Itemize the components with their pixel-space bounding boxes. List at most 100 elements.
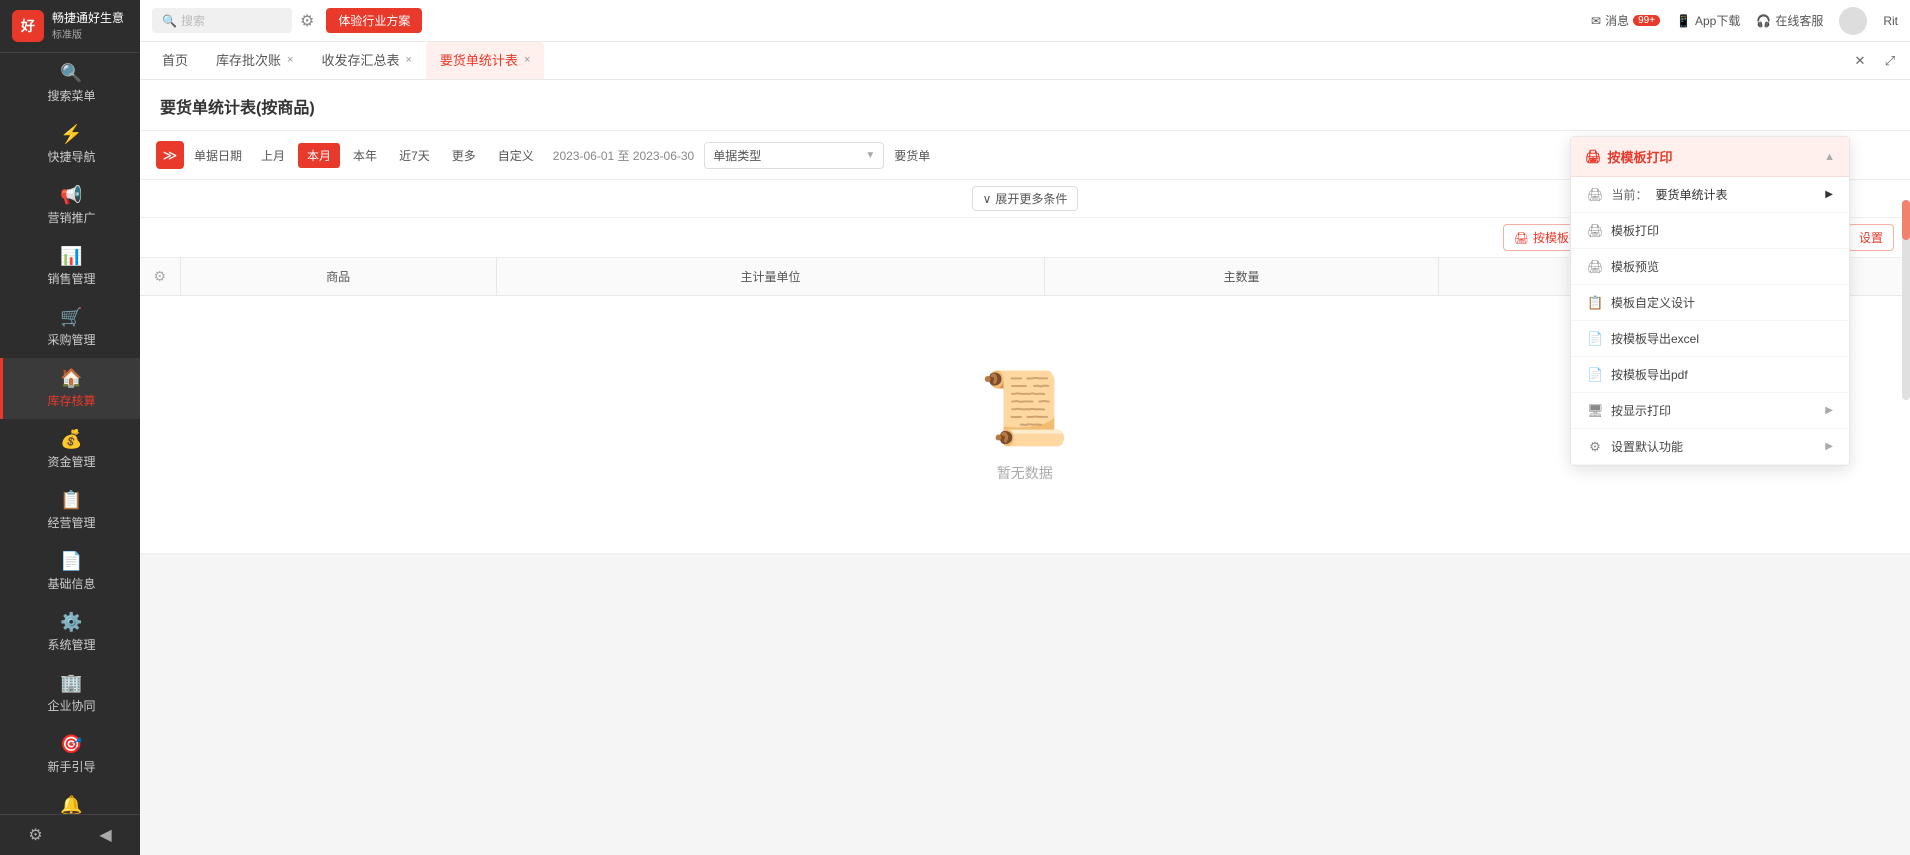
sidebar-item-label: 新手引导: [47, 758, 95, 775]
sidebar-item-quick-nav[interactable]: ⚡ 快捷导航: [0, 114, 140, 175]
filter-toggle-button[interactable]: ≫: [156, 141, 184, 169]
sidebar-logo: 好 畅捷通好生意 标准版: [0, 0, 140, 53]
user-avatar[interactable]: [1839, 7, 1867, 35]
tab-summary[interactable]: 收发存汇总表 ×: [307, 42, 425, 79]
current-template-item[interactable]: 🖨 当前： 要货单统计表 ▶: [1571, 177, 1849, 213]
purchase-icon: 🛒: [60, 307, 82, 328]
messages-button[interactable]: ✉ 消息 99+: [1591, 12, 1660, 29]
display-print-arrow: ▶: [1825, 405, 1833, 416]
date-btn-this-year[interactable]: 本年: [344, 143, 386, 168]
close-tab-action[interactable]: ✕: [1848, 49, 1872, 73]
topbar-gear-icon[interactable]: ⚙: [300, 11, 314, 31]
tab-home-label: 首页: [162, 50, 188, 69]
current-template-label-text: 当前：: [1612, 186, 1648, 203]
table-settings-icon[interactable]: ⚙: [153, 268, 166, 284]
expand-filters-button[interactable]: ∨ 展开更多条件: [972, 186, 1079, 211]
app-download-button[interactable]: 📱 App下载: [1676, 12, 1740, 29]
app-logo-text: 畅捷通好生意 标准版: [52, 11, 124, 42]
search-placeholder: 搜索: [181, 12, 205, 29]
current-template-arrow: ▶: [1825, 189, 1833, 200]
date-buttons: 上月 本月 本年 近7天 更多 自定义: [252, 143, 543, 168]
sidebar-item-sales[interactable]: 📊 销售管理: [0, 236, 140, 297]
topbar-search[interactable]: 🔍 搜索: [152, 8, 292, 33]
dropdown-item-export-excel[interactable]: 📄 按模板导出excel: [1571, 321, 1849, 357]
system-icon: ⚙️: [60, 612, 82, 633]
topbar-right: ✉ 消息 99+ 📱 App下载 🎧 在线客服 Rit: [1591, 7, 1898, 35]
operation-icon: 📋: [60, 490, 82, 511]
apps-icon: 🔔: [60, 795, 82, 814]
tab-batch-label: 库存批次账: [216, 50, 281, 69]
order-type-select[interactable]: 单据类型 ▼: [704, 142, 884, 169]
col-header-quantity: 主数量: [1045, 258, 1439, 296]
tab-batch[interactable]: 库存批次账 ×: [202, 42, 307, 79]
date-btn-more[interactable]: 更多: [443, 143, 485, 168]
right-scrollbar[interactable]: [1902, 200, 1910, 400]
dropdown-item-template-design[interactable]: 📋 模板自定义设计: [1571, 285, 1849, 321]
sidebar-item-basic[interactable]: 📄 基础信息: [0, 541, 140, 602]
dropdown-title: 🖨 按模板打印: [1585, 147, 1673, 166]
sidebar-item-apps[interactable]: 🔔 应用中心: [0, 785, 140, 814]
tab-order-stats-close[interactable]: ×: [524, 54, 530, 66]
quick-nav-icon: ⚡: [60, 124, 82, 145]
search-icon: 🔍: [60, 63, 82, 84]
sidebar-item-label: 营销推广: [47, 209, 95, 226]
date-btn-this-month[interactable]: 本月: [298, 143, 340, 168]
current-template-icon: 🖨: [1587, 187, 1604, 203]
sidebar-nav: 🔍 搜索菜单 ⚡ 快捷导航 📢 营销推广 📊 销售管理 🛒 采购管理 🏠 库存核…: [0, 53, 140, 814]
sidebar-item-purchase[interactable]: 🛒 采购管理: [0, 297, 140, 358]
order-type-arrow-icon: ▼: [865, 150, 875, 161]
current-template-name: 要货单统计表: [1656, 186, 1728, 203]
topbar: 🔍 搜索 ⚙ 体验行业方案 ✉ 消息 99+ 📱 App下载 🎧 在线客服 Ri…: [140, 0, 1910, 42]
tab-order-stats[interactable]: 要货单统计表 ×: [426, 42, 544, 79]
download-icon: 📱: [1676, 14, 1691, 28]
scrollbar-thumb: [1902, 200, 1910, 240]
empty-state-icon: 📜: [980, 366, 1070, 451]
export-pdf-icon: 📄: [1587, 367, 1603, 383]
sidebar-footer: ⚙ ◀: [0, 814, 140, 855]
dropdown-item-template-print[interactable]: 🖨 模板打印: [1571, 213, 1849, 249]
date-btn-last-7-days[interactable]: 近7天: [390, 143, 439, 168]
sidebar-item-search[interactable]: 🔍 搜索菜单: [0, 53, 140, 114]
tab-summary-close[interactable]: ×: [405, 54, 411, 66]
sidebar-item-system[interactable]: ⚙️ 系统管理: [0, 602, 140, 663]
username-label: Rit: [1883, 14, 1898, 28]
tab-batch-close[interactable]: ×: [287, 54, 293, 66]
tab-home[interactable]: 首页: [148, 42, 202, 79]
collapse-sidebar-icon[interactable]: ◀: [99, 825, 111, 845]
inventory-icon: 🏠: [60, 368, 82, 389]
sidebar-item-enterprise[interactable]: 🏢 企业协同: [0, 663, 140, 724]
col-header-unit: 主计量单位: [496, 258, 1045, 296]
dropdown-item-template-preview[interactable]: 🖨 模板预览: [1571, 249, 1849, 285]
print-dropdown-popup: 🖨 按模板打印 ▲ 🖨 当前： 要货单统计表 ▶ 🖨 模板打印 🖨 模板预览 📋…: [1570, 136, 1850, 466]
online-service-button[interactable]: 🎧 在线客服: [1756, 12, 1823, 29]
promo-button[interactable]: 体验行业方案: [326, 8, 422, 33]
guide-icon: 🎯: [60, 734, 82, 755]
display-print-icon: 🖥: [1587, 403, 1603, 419]
finance-icon: 💰: [60, 429, 82, 450]
dropdown-item-export-pdf[interactable]: 📄 按模板导出pdf: [1571, 357, 1849, 393]
sidebar-item-inventory[interactable]: 🏠 库存核算: [0, 358, 140, 419]
date-btn-custom[interactable]: 自定义: [489, 143, 543, 168]
basic-icon: 📄: [60, 551, 82, 572]
expand-tab-action[interactable]: ⤢: [1878, 49, 1902, 73]
sidebar-item-label: 企业协同: [47, 697, 95, 714]
sidebar-item-operation[interactable]: 📋 经营管理: [0, 480, 140, 541]
sidebar-item-guide[interactable]: 🎯 新手引导: [0, 724, 140, 785]
sidebar-item-label: 系统管理: [47, 636, 95, 653]
sidebar-item-marketing[interactable]: 📢 营销推广: [0, 175, 140, 236]
settings-button[interactable]: 设置: [1848, 224, 1894, 251]
empty-state-text: 暂无数据: [997, 463, 1053, 483]
marketing-icon: 📢: [60, 185, 82, 206]
tabbar: 首页 库存批次账 × 收发存汇总表 × 要货单统计表 × ✕ ⤢: [140, 42, 1910, 80]
sidebar-item-finance[interactable]: 💰 资金管理: [0, 419, 140, 480]
dropdown-collapse-icon[interactable]: ▲: [1824, 151, 1835, 163]
dropdown-item-display-print[interactable]: 🖥 按显示打印 ▶: [1571, 393, 1849, 429]
service-icon: 🎧: [1756, 14, 1771, 28]
template-print-icon: 🖨: [1587, 223, 1603, 239]
settings-footer-icon[interactable]: ⚙: [28, 825, 42, 845]
date-btn-last-month[interactable]: 上月: [252, 143, 294, 168]
search-icon-topbar: 🔍: [162, 14, 177, 28]
order-cat-label: 要货单: [894, 147, 930, 164]
sidebar-item-label: 搜索菜单: [47, 87, 95, 104]
dropdown-item-set-default[interactable]: ⚙ 设置默认功能 ▶: [1571, 429, 1849, 465]
